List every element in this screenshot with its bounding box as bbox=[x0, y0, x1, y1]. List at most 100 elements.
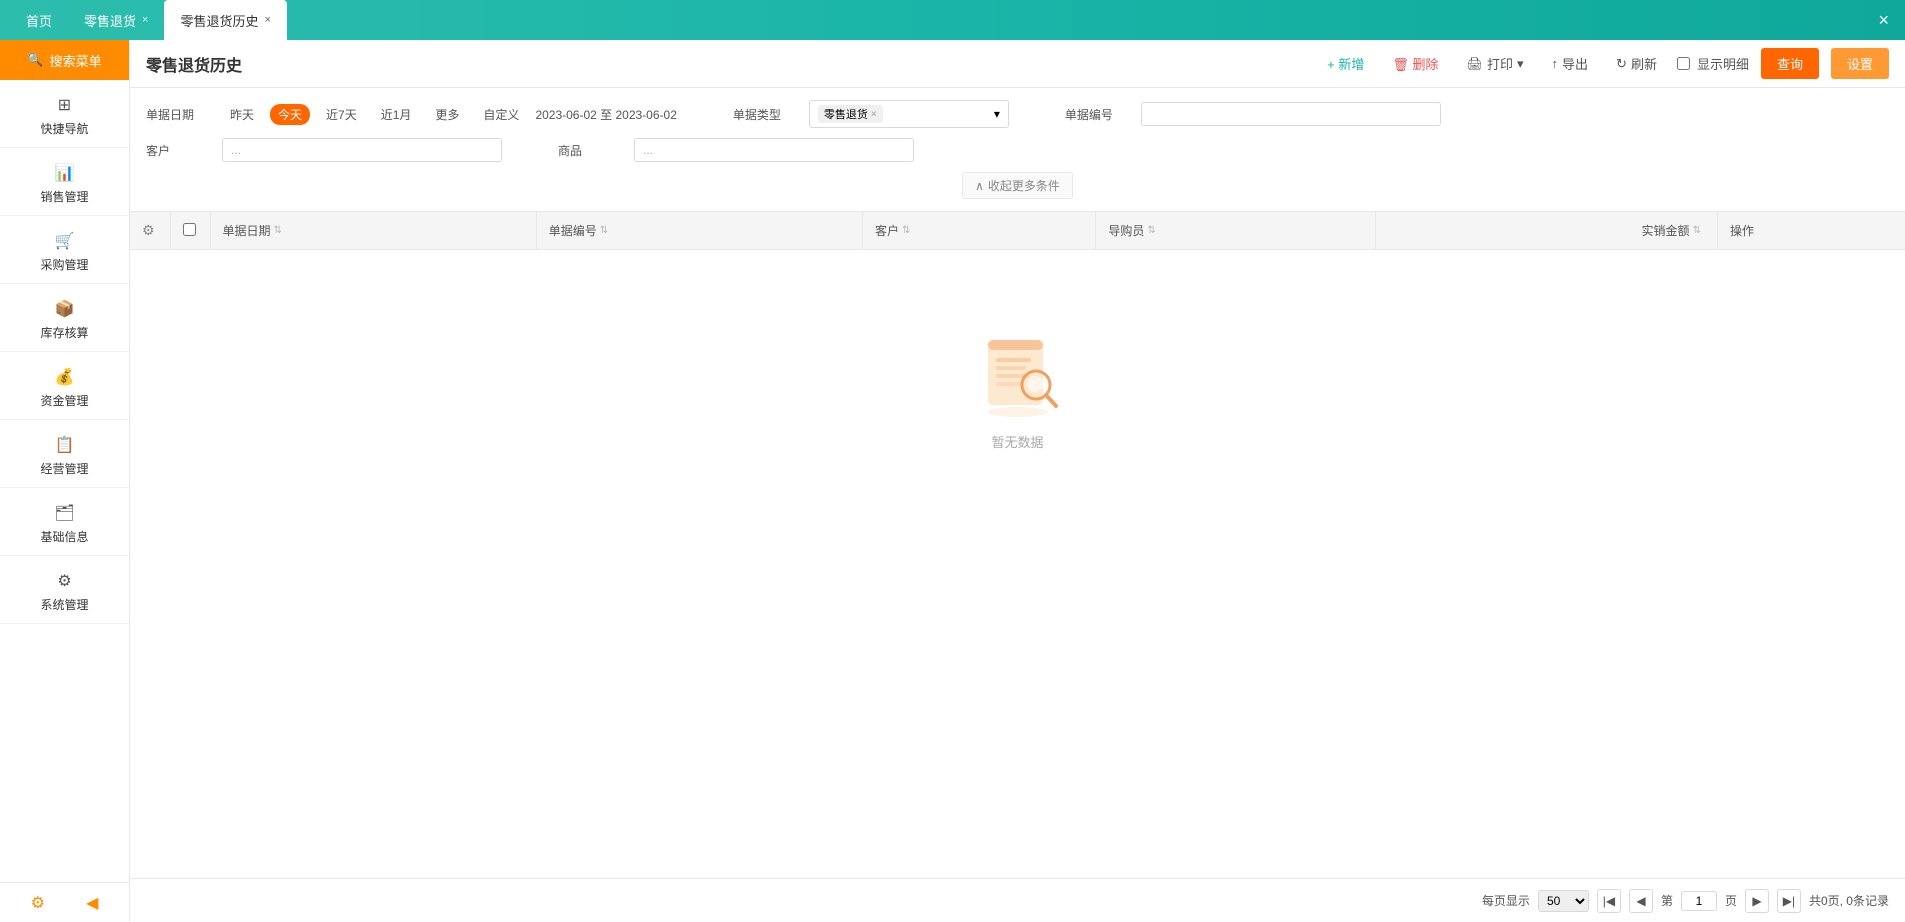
new-button[interactable]: + 新增 bbox=[1319, 50, 1372, 77]
display-detail-toggle[interactable]: 显示明细 bbox=[1677, 54, 1749, 73]
tab-list: 首页 零售退货 × 零售退货历史 × bbox=[10, 0, 1862, 40]
customer-filter-label: 客户 bbox=[146, 142, 206, 159]
collapse-sidebar-icon[interactable]: ◀ bbox=[86, 893, 98, 913]
settings-bottom-icon[interactable]: ⚙ bbox=[31, 893, 45, 913]
page-title: 零售退货历史 bbox=[146, 52, 242, 76]
th-action: 操作 bbox=[1717, 212, 1905, 250]
sidebar-item-system-mgmt[interactable]: ⚙ 系统管理 bbox=[0, 556, 129, 624]
delete-button[interactable]: 🗑 删除 bbox=[1384, 50, 1446, 77]
customer-select[interactable]: ... bbox=[222, 138, 502, 162]
sidebar-item-operation[interactable]: 📋 经营管理 bbox=[0, 420, 129, 488]
window-close-button[interactable]: × bbox=[1862, 10, 1905, 31]
last-page-button[interactable]: ▶| bbox=[1777, 889, 1801, 913]
goods-select[interactable]: ... bbox=[634, 138, 914, 162]
base-info-label: 基础信息 bbox=[40, 528, 88, 545]
operation-icon: 📋 bbox=[54, 434, 76, 456]
operation-label: 经营管理 bbox=[40, 460, 88, 477]
date-btn-today[interactable]: 今天 bbox=[270, 104, 310, 125]
page-prefix-label: 第 bbox=[1661, 892, 1673, 909]
sidebar-item-quick-nav[interactable]: ⊞ 快捷导航 bbox=[0, 80, 129, 148]
table-header: ⚙ 单据日期 ⇅ 单据编号 bbox=[130, 212, 1905, 250]
voucher-type-select[interactable]: 零售退货 × ▾ bbox=[809, 100, 1009, 128]
table-area: ⚙ 单据日期 ⇅ 单据编号 bbox=[130, 212, 1905, 878]
inventory-label: 库存核算 bbox=[40, 324, 88, 341]
tab-retail-return-history[interactable]: 零售退货历史 × bbox=[164, 0, 286, 40]
refresh-icon: ↻ bbox=[1616, 56, 1627, 72]
export-button[interactable]: ↑ 导出 bbox=[1544, 50, 1597, 77]
page-suffix-label: 页 bbox=[1725, 892, 1737, 909]
tab-retail-return-history-close[interactable]: × bbox=[264, 14, 270, 26]
date-filter-label: 单据日期 bbox=[146, 106, 206, 123]
collapse-icon: ∧ bbox=[975, 179, 984, 193]
date-btn-1month[interactable]: 近1月 bbox=[373, 104, 420, 125]
collapse-label: 收起更多条件 bbox=[988, 177, 1060, 194]
finance-icon: 💰 bbox=[54, 366, 76, 388]
next-page-button[interactable]: ▶ bbox=[1745, 889, 1769, 913]
sidebar-search-label: 搜索菜单 bbox=[50, 51, 102, 70]
date-range-value: 2023-06-02 至 2023-06-02 bbox=[535, 106, 676, 123]
sidebar-item-base-info[interactable]: 🗂 基础信息 bbox=[0, 488, 129, 556]
date-btn-more[interactable]: 更多 bbox=[427, 104, 467, 125]
system-mgmt-icon: ⚙ bbox=[54, 570, 76, 592]
date-btn-custom[interactable]: 自定义 bbox=[475, 104, 527, 125]
page-number-input[interactable] bbox=[1681, 891, 1717, 911]
prev-page-button[interactable]: ◀ bbox=[1629, 889, 1653, 913]
print-label: 打印 bbox=[1487, 54, 1513, 73]
sidebar-item-finance[interactable]: 💰 资金管理 bbox=[0, 352, 129, 420]
sales-mgmt-icon: 📊 bbox=[54, 162, 76, 184]
print-dropdown-icon: ▾ bbox=[1517, 56, 1524, 72]
voucher-type-remove-icon[interactable]: × bbox=[871, 109, 877, 120]
th-date: 单据日期 ⇅ bbox=[210, 212, 536, 250]
query-button[interactable]: 查询 bbox=[1761, 48, 1819, 79]
total-info: 共0页, 0条记录 bbox=[1809, 892, 1889, 909]
guide-sort-icon: ⇅ bbox=[1147, 225, 1155, 236]
tab-retail-return[interactable]: 零售退货 × bbox=[68, 0, 164, 40]
tab-retail-return-close[interactable]: × bbox=[142, 14, 148, 26]
header-actions: + 新增 🗑 删除 🖨 打印 ▾ ↑ 导出 ↻ 刷新 显示明细 bbox=[1319, 48, 1889, 79]
page-size-label: 每页显示 bbox=[1482, 892, 1530, 909]
gear-icon[interactable]: ⚙ bbox=[142, 222, 155, 238]
th-amount-sort[interactable]: 实销金额 ⇅ bbox=[1388, 222, 1701, 239]
filter-row-2: 客户 ... 商品 ... bbox=[146, 138, 1889, 162]
empty-illustration bbox=[968, 330, 1068, 420]
export-label: 导出 bbox=[1562, 54, 1588, 73]
sidebar-item-sales-mgmt[interactable]: 📊 销售管理 bbox=[0, 148, 129, 216]
th-amount: 实销金额 ⇅ bbox=[1376, 212, 1718, 250]
th-no-sort[interactable]: 单据编号 ⇅ bbox=[549, 222, 850, 239]
setting-button[interactable]: 设置 bbox=[1831, 48, 1889, 79]
table-header-row: ⚙ 单据日期 ⇅ 单据编号 bbox=[130, 212, 1905, 250]
refresh-label: 刷新 bbox=[1631, 54, 1657, 73]
th-customer: 客户 ⇅ bbox=[862, 212, 1095, 250]
refresh-button[interactable]: ↻ 刷新 bbox=[1608, 50, 1665, 77]
voucher-type-dropdown-icon: ▾ bbox=[994, 107, 1000, 121]
date-btn-7days[interactable]: 近7天 bbox=[318, 104, 365, 125]
no-sort-icon: ⇅ bbox=[600, 225, 608, 236]
tab-home[interactable]: 首页 bbox=[10, 0, 68, 40]
date-sort-icon: ⇅ bbox=[274, 225, 282, 236]
first-page-button[interactable]: |◀ bbox=[1597, 889, 1621, 913]
select-all-checkbox[interactable] bbox=[183, 223, 196, 236]
goods-dots: ... bbox=[643, 143, 653, 157]
collapse-button[interactable]: ∧ 收起更多条件 bbox=[962, 172, 1073, 199]
th-date-sort[interactable]: 单据日期 ⇅ bbox=[223, 222, 524, 239]
date-btn-yesterday[interactable]: 昨天 bbox=[222, 104, 262, 125]
customer-dots: ... bbox=[231, 143, 241, 157]
inventory-icon: 📦 bbox=[54, 298, 76, 320]
voucher-no-label: 单据编号 bbox=[1065, 106, 1125, 123]
export-icon: ↑ bbox=[1552, 56, 1559, 71]
page-size-select[interactable]: 10 20 50 100 bbox=[1538, 890, 1589, 912]
print-button[interactable]: 🖨 打印 ▾ bbox=[1458, 50, 1531, 77]
th-guide: 导购员 ⇅ bbox=[1096, 212, 1376, 250]
filter-row-1: 单据日期 昨天 今天 近7天 近1月 更多 自定义 2023-06-02 至 2… bbox=[146, 100, 1889, 128]
th-customer-sort[interactable]: 客户 ⇅ bbox=[875, 222, 1083, 239]
sidebar-item-purchase-mgmt[interactable]: 🛒 采购管理 bbox=[0, 216, 129, 284]
sidebar-item-inventory[interactable]: 📦 库存核算 bbox=[0, 284, 129, 352]
sales-mgmt-label: 销售管理 bbox=[40, 188, 88, 205]
th-guide-sort[interactable]: 导购员 ⇅ bbox=[1108, 222, 1363, 239]
print-icon: 🖨 bbox=[1466, 56, 1483, 72]
sidebar-search[interactable]: 🔍 搜索菜单 bbox=[0, 40, 129, 80]
th-amount-label: 实销金额 bbox=[1642, 222, 1690, 239]
display-detail-checkbox[interactable] bbox=[1677, 57, 1690, 70]
tab-retail-return-history-label: 零售退货历史 bbox=[180, 11, 258, 30]
voucher-no-input[interactable] bbox=[1141, 102, 1441, 126]
